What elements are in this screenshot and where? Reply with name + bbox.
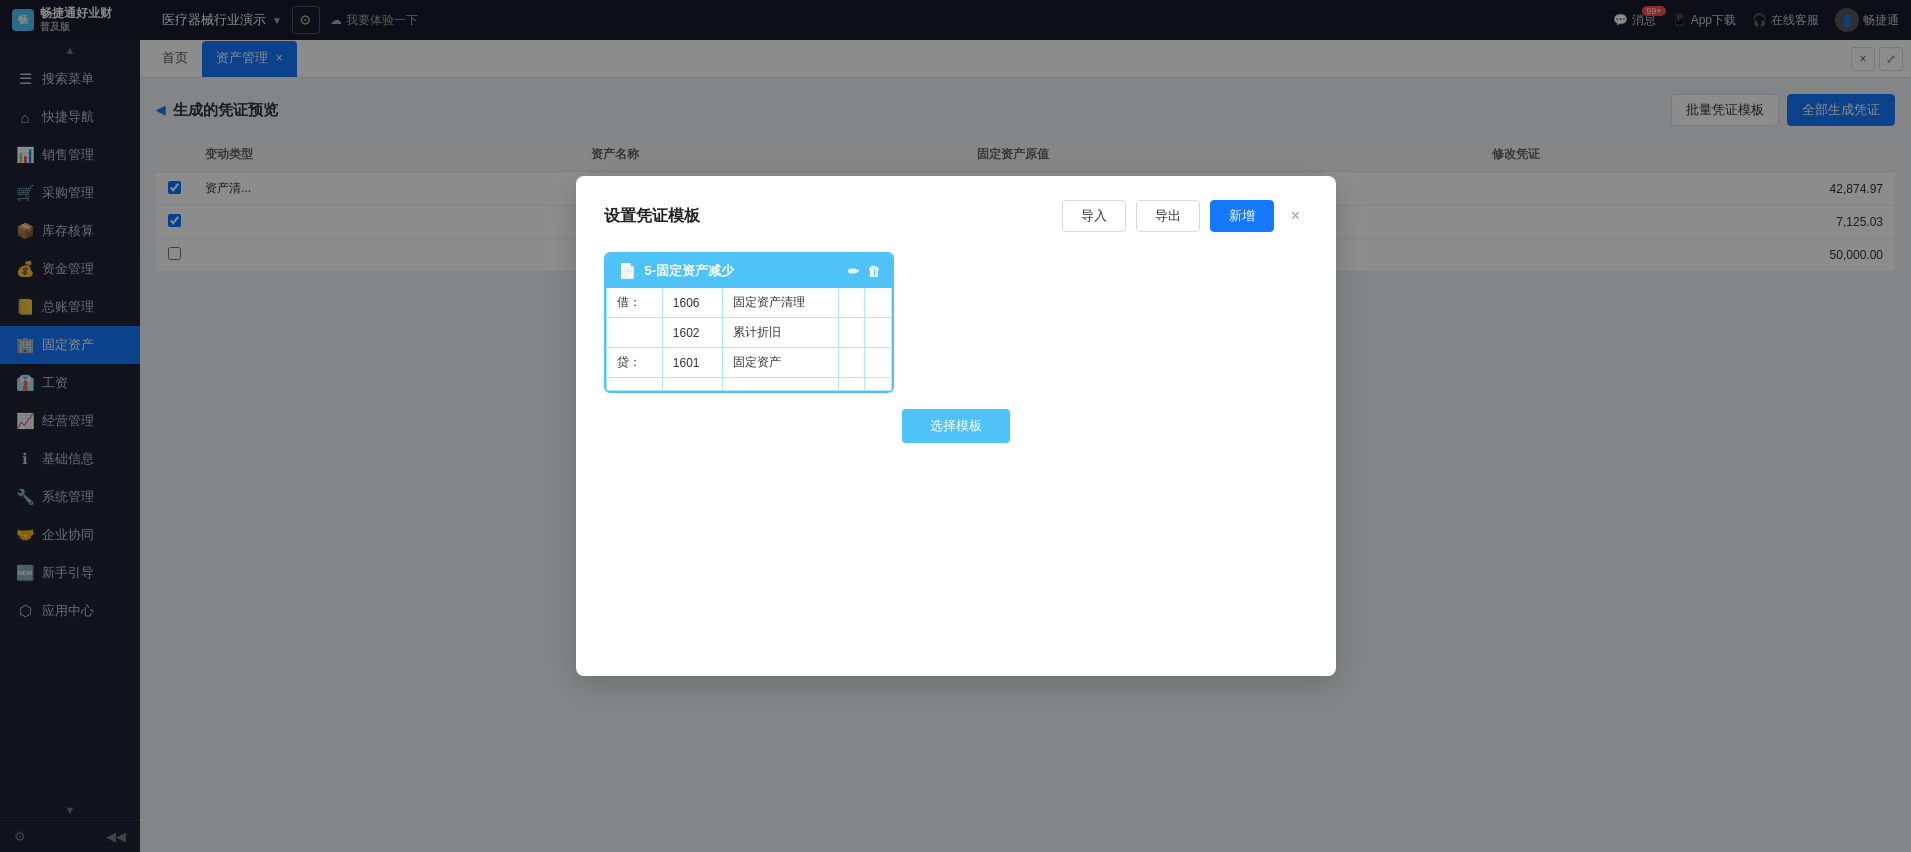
import-button[interactable]: 导入 [1062, 200, 1126, 232]
modal-set-template: 设置凭证模板 导入 导出 新增 × 📄 5-固定资产减少 ✏ 🗑 [576, 176, 1336, 676]
template-cell-code: 1601 [662, 348, 722, 378]
select-template-wrap: 选择模板 [604, 409, 1308, 443]
modal-title: 设置凭证模板 [604, 206, 700, 227]
template-cell-col4 [865, 318, 891, 348]
template-cell-col4 [865, 288, 891, 318]
template-row: 1602 累计折旧 [606, 318, 891, 348]
template-cell-code: 1606 [662, 288, 722, 318]
template-row: 贷： 1601 固定资产 [606, 348, 891, 378]
template-icon: 📄 [618, 262, 637, 280]
template-cell-col4 [865, 348, 891, 378]
modal-overlay: 设置凭证模板 导入 导出 新增 × 📄 5-固定资产减少 ✏ 🗑 [0, 0, 1911, 852]
template-cell-col3 [838, 378, 864, 391]
template-row: 借： 1606 固定资产清理 [606, 288, 891, 318]
template-cell-code: 1602 [662, 318, 722, 348]
template-cell-name: 累计折旧 [722, 318, 838, 348]
modal-header: 设置凭证模板 导入 导出 新增 × [604, 200, 1308, 232]
template-row [606, 378, 891, 391]
template-card-header: 📄 5-固定资产减少 ✏ 🗑 [606, 254, 892, 288]
export-button[interactable]: 导出 [1136, 200, 1200, 232]
template-cell-type: 借： [606, 288, 662, 318]
template-cell-code [662, 378, 722, 391]
template-card-actions: ✏ 🗑 [848, 264, 880, 279]
template-cell-type [606, 318, 662, 348]
template-edit-icon[interactable]: ✏ [848, 264, 859, 279]
template-card: 📄 5-固定资产减少 ✏ 🗑 借： 1606 固定资产清理 [604, 252, 894, 393]
template-delete-icon[interactable]: 🗑 [867, 264, 880, 279]
modal-close-button[interactable]: × [1284, 204, 1308, 228]
template-name: 固定资产减少 [656, 263, 734, 278]
select-template-button[interactable]: 选择模板 [902, 409, 1010, 443]
template-cell-col3 [838, 348, 864, 378]
template-cell-type: 贷： [606, 348, 662, 378]
modal-header-actions: 导入 导出 新增 × [1062, 200, 1308, 232]
modal-body: 📄 5-固定资产减少 ✏ 🗑 借： 1606 固定资产清理 [604, 252, 1308, 632]
template-cell-name: 固定资产 [722, 348, 838, 378]
new-template-button[interactable]: 新增 [1210, 200, 1274, 232]
template-table: 借： 1606 固定资产清理 1602 累计折旧 贷： [606, 288, 892, 391]
template-cell-name [722, 378, 838, 391]
template-cell-col3 [838, 288, 864, 318]
template-cell-name: 固定资产清理 [722, 288, 838, 318]
template-card-title: 5-固定资产减少 [645, 262, 840, 280]
template-cell-col3 [838, 318, 864, 348]
template-cell-col4 [865, 378, 891, 391]
template-cell-type [606, 378, 662, 391]
template-number: 5 [645, 263, 652, 278]
